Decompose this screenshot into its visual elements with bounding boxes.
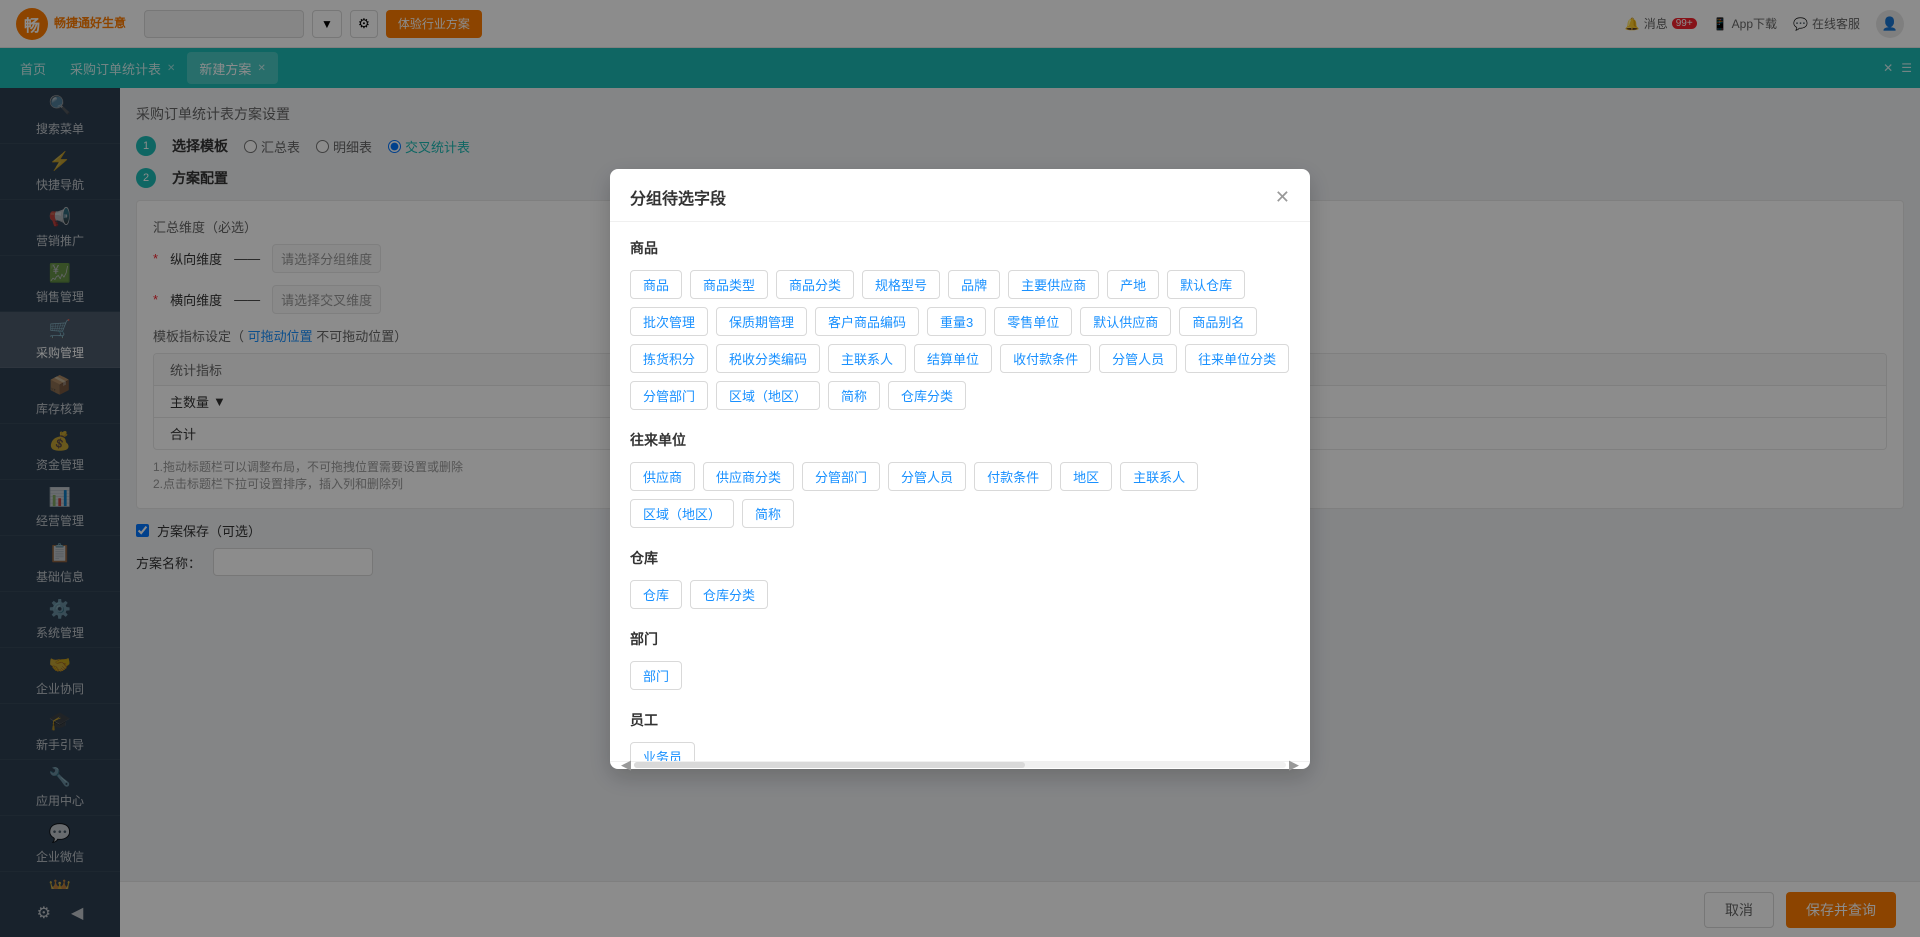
field-tag-0-1[interactable]: 商品类型	[690, 270, 768, 299]
field-tag-0-11[interactable]: 重量3	[927, 307, 986, 336]
field-tag-0-19[interactable]: 收付款条件	[1000, 344, 1091, 373]
field-tag-0-5[interactable]: 主要供应商	[1008, 270, 1099, 299]
section-title-4: 员工	[630, 710, 1290, 730]
hscroll-thumb	[634, 762, 1025, 768]
scroll-left-button[interactable]: ◀	[618, 757, 634, 773]
field-tag-0-12[interactable]: 零售单位	[994, 307, 1072, 336]
field-tag-0-10[interactable]: 客户商品编码	[815, 307, 919, 336]
field-tag-1-7[interactable]: 区域（地区）	[630, 499, 734, 528]
field-tags-2: 仓库仓库分类	[630, 580, 1290, 609]
section-title-1: 往来单位	[630, 430, 1290, 450]
field-tag-1-4[interactable]: 付款条件	[974, 462, 1052, 491]
field-tag-0-23[interactable]: 区域（地区）	[716, 381, 820, 410]
dialog-title: 分组待选字段	[630, 185, 726, 209]
field-tag-1-0[interactable]: 供应商	[630, 462, 695, 491]
field-tag-1-8[interactable]: 简称	[742, 499, 794, 528]
field-tag-0-7[interactable]: 默认仓库	[1167, 270, 1245, 299]
field-tag-3-0[interactable]: 部门	[630, 661, 682, 690]
field-tags-3: 部门	[630, 661, 1290, 690]
field-tag-1-5[interactable]: 地区	[1060, 462, 1112, 491]
field-tag-1-2[interactable]: 分管部门	[802, 462, 880, 491]
field-tag-4-0[interactable]: 业务员	[630, 742, 695, 761]
modal-overlay: 分组待选字段 ✕ 商品商品商品类型商品分类规格型号品牌主要供应商产地默认仓库批次…	[0, 0, 1920, 937]
field-tag-0-14[interactable]: 商品别名	[1179, 307, 1257, 336]
field-tag-0-2[interactable]: 商品分类	[776, 270, 854, 299]
field-tag-0-24[interactable]: 简称	[828, 381, 880, 410]
field-tag-0-18[interactable]: 结算单位	[914, 344, 992, 373]
dialog-close-button[interactable]: ✕	[1275, 188, 1290, 206]
dialog-section-4: 员工业务员	[630, 710, 1290, 761]
field-tag-0-21[interactable]: 往来单位分类	[1185, 344, 1289, 373]
dialog-section-3: 部门部门	[630, 629, 1290, 690]
dialog-section-2: 仓库仓库仓库分类	[630, 548, 1290, 609]
field-tag-1-6[interactable]: 主联系人	[1120, 462, 1198, 491]
field-tag-0-6[interactable]: 产地	[1107, 270, 1159, 299]
field-tag-1-1[interactable]: 供应商分类	[703, 462, 794, 491]
hscroll-track	[634, 762, 1286, 768]
field-tag-0-0[interactable]: 商品	[630, 270, 682, 299]
dialog: 分组待选字段 ✕ 商品商品商品类型商品分类规格型号品牌主要供应商产地默认仓库批次…	[610, 169, 1310, 769]
field-tag-0-4[interactable]: 品牌	[948, 270, 1000, 299]
field-tag-0-3[interactable]: 规格型号	[862, 270, 940, 299]
field-tags-4: 业务员	[630, 742, 1290, 761]
scroll-right-button[interactable]: ▶	[1286, 757, 1302, 773]
dialog-body[interactable]: 商品商品商品类型商品分类规格型号品牌主要供应商产地默认仓库批次管理保质期管理客户…	[610, 222, 1310, 761]
field-tag-1-3[interactable]: 分管人员	[888, 462, 966, 491]
field-tags-0: 商品商品类型商品分类规格型号品牌主要供应商产地默认仓库批次管理保质期管理客户商品…	[630, 270, 1290, 410]
field-tag-2-0[interactable]: 仓库	[630, 580, 682, 609]
section-title-0: 商品	[630, 238, 1290, 258]
field-tag-2-1[interactable]: 仓库分类	[690, 580, 768, 609]
field-tag-0-9[interactable]: 保质期管理	[716, 307, 807, 336]
field-tag-0-15[interactable]: 拣货积分	[630, 344, 708, 373]
field-tag-0-17[interactable]: 主联系人	[828, 344, 906, 373]
dialog-footer-scroll: ◀ ▶	[610, 761, 1310, 769]
field-tag-0-22[interactable]: 分管部门	[630, 381, 708, 410]
dialog-header: 分组待选字段 ✕	[610, 169, 1310, 222]
field-tags-1: 供应商供应商分类分管部门分管人员付款条件地区主联系人区域（地区） 简称	[630, 462, 1290, 528]
field-tag-0-25[interactable]: 仓库分类	[888, 381, 966, 410]
field-tag-0-16[interactable]: 税收分类编码	[716, 344, 820, 373]
field-tag-0-8[interactable]: 批次管理	[630, 307, 708, 336]
field-tag-0-13[interactable]: 默认供应商	[1080, 307, 1171, 336]
dialog-section-1: 往来单位供应商供应商分类分管部门分管人员付款条件地区主联系人区域（地区） 简称	[630, 430, 1290, 528]
section-title-2: 仓库	[630, 548, 1290, 568]
section-title-3: 部门	[630, 629, 1290, 649]
dialog-section-0: 商品商品商品类型商品分类规格型号品牌主要供应商产地默认仓库批次管理保质期管理客户…	[630, 238, 1290, 410]
field-tag-0-20[interactable]: 分管人员	[1099, 344, 1177, 373]
